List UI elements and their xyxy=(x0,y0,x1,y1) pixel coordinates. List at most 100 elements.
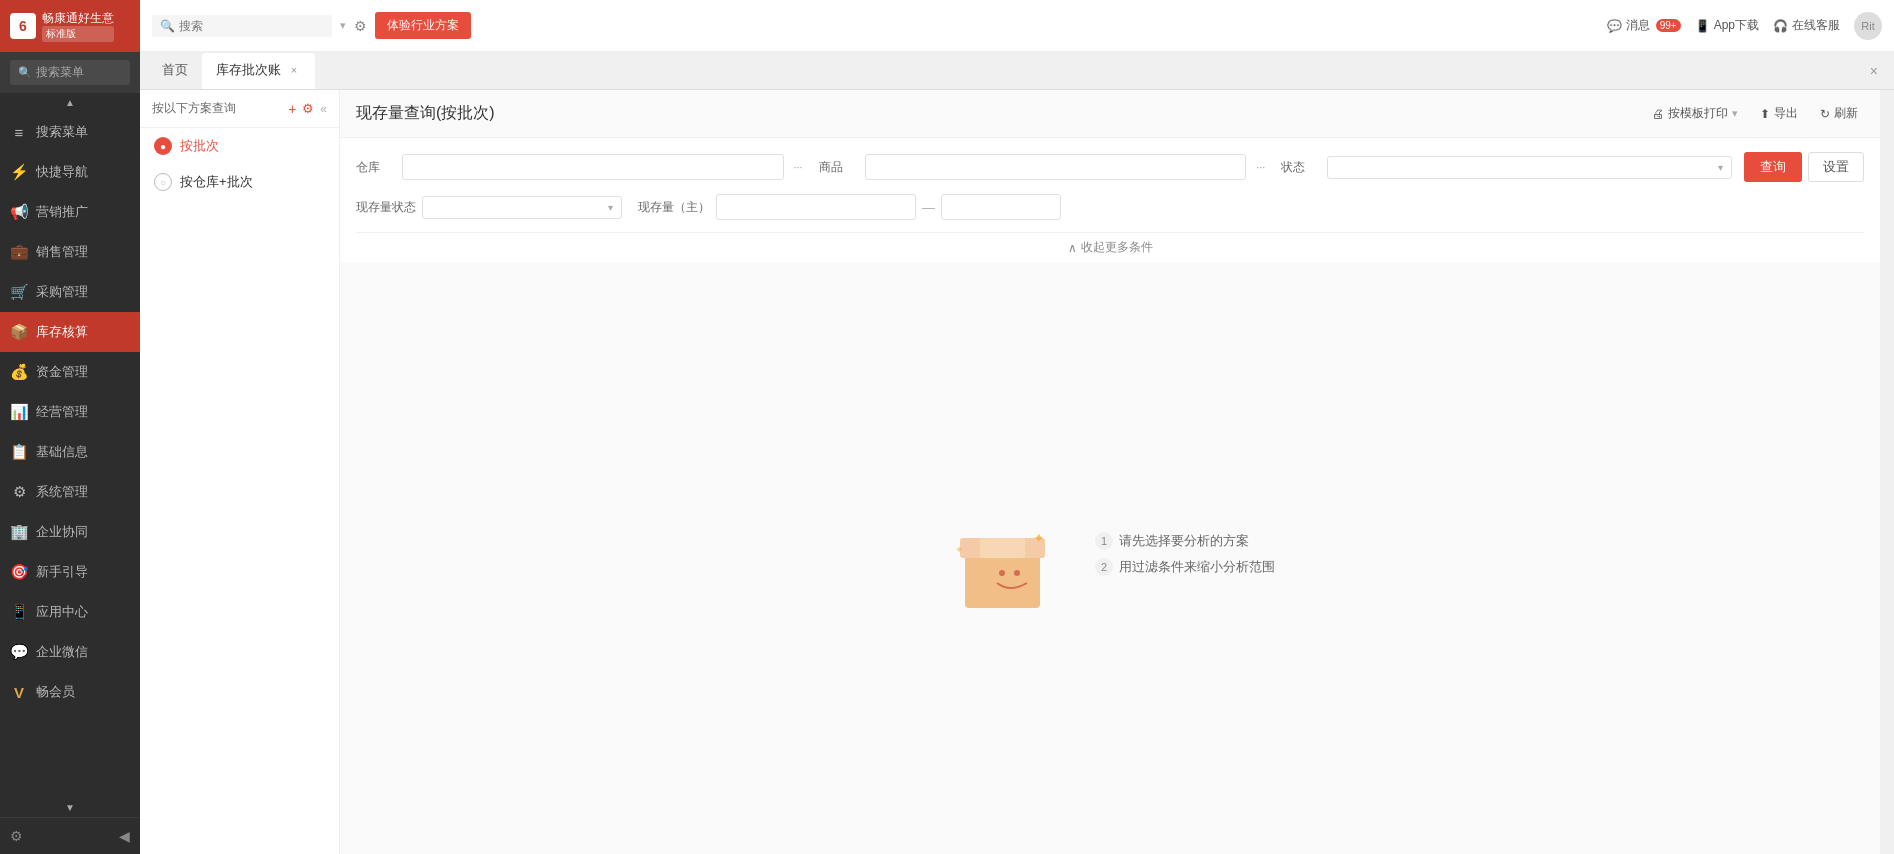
collapse-more-conditions[interactable]: ∧ 收起更多条件 xyxy=(356,232,1864,262)
operations-icon: 📊 xyxy=(10,403,28,421)
new-guide-icon: 🎯 xyxy=(10,563,28,581)
sidebar-item-system[interactable]: ⚙ 系统管理 xyxy=(0,472,140,512)
stock-qty-end-input[interactable] xyxy=(941,194,1061,220)
panel-close-icon[interactable]: × xyxy=(1862,59,1886,83)
content-area: 按以下方案查询 + ⚙ « ● 按批次 ○ 按仓库+批次 现存量查询(按批次) xyxy=(140,90,1894,854)
topbar-search-box[interactable]: 🔍 xyxy=(152,15,332,37)
export-button[interactable]: ⬆ 导出 xyxy=(1754,102,1804,125)
message-action[interactable]: 💬 消息 99+ xyxy=(1607,17,1681,34)
topbar-gear-icon[interactable]: ⚙ xyxy=(354,18,367,34)
sidebar-item-inventory[interactable]: 📦 库存核算 xyxy=(0,312,140,352)
print-icon: 🖨 xyxy=(1652,107,1664,121)
scheme-settings-icon[interactable]: ⚙ xyxy=(302,101,314,116)
tab-home[interactable]: 首页 xyxy=(148,53,202,89)
scheme-panel: 按以下方案查询 + ⚙ « ● 按批次 ○ 按仓库+批次 xyxy=(140,90,340,854)
scheme-item-by-warehouse-batch[interactable]: ○ 按仓库+批次 xyxy=(140,164,339,200)
system-icon: ⚙ xyxy=(10,483,28,501)
scheme-dot-inactive: ○ xyxy=(154,173,172,191)
sales-icon: 💼 xyxy=(10,243,28,261)
tab-inventory-batch[interactable]: 库存批次账 × xyxy=(202,53,315,89)
tab-close-icon[interactable]: × xyxy=(287,63,301,77)
sidebar-scroll-down[interactable]: ▼ xyxy=(0,798,140,817)
scheme-dot-active: ● xyxy=(154,137,172,155)
sidebar-item-vip-member[interactable]: V 畅会员 xyxy=(0,672,140,712)
search-menu-icon: ≡ xyxy=(10,124,28,141)
stock-qty-label: 现存量（主） xyxy=(638,199,710,216)
scheme-panel-header: 按以下方案查询 + ⚙ « xyxy=(140,90,339,128)
query-title-bar: 现存量查询(按批次) 🖨 按模板打印 ▾ ⬆ 导出 ↻ 刷新 xyxy=(340,90,1880,138)
sidebar-item-sales[interactable]: 💼 销售管理 xyxy=(0,232,140,272)
right-scrollbar[interactable] xyxy=(1880,90,1894,854)
topbar-actions: 💬 消息 99+ 📱 App下载 🎧 在线客服 Rit xyxy=(1607,12,1882,40)
warehouse-input[interactable] xyxy=(402,154,784,180)
sidebar-footer: ⚙ ◀ xyxy=(0,817,140,854)
stock-status-select[interactable]: ▾ xyxy=(422,196,622,219)
refresh-button[interactable]: ↻ 刷新 xyxy=(1814,102,1864,125)
tip-item-2: 2 用过滤条件来缩小分析范围 xyxy=(1095,558,1275,576)
enterprise-wechat-icon: 💬 xyxy=(10,643,28,661)
sidebar-search[interactable]: 🔍 搜索菜单 xyxy=(0,52,140,93)
app-center-icon: 📱 xyxy=(10,603,28,621)
query-button[interactable]: 查询 xyxy=(1744,152,1802,182)
tabs-bar: 首页 库存批次账 × × xyxy=(140,52,1894,90)
app-download-action[interactable]: 📱 App下载 xyxy=(1695,17,1759,34)
svg-point-4 xyxy=(1014,570,1020,576)
topbar-search-input[interactable] xyxy=(179,19,279,33)
scheme-panel-actions: + ⚙ « xyxy=(288,101,327,117)
sidebar-item-purchase[interactable]: 🛒 采购管理 xyxy=(0,272,140,312)
sidebar-item-app-center[interactable]: 📱 应用中心 xyxy=(0,592,140,632)
empty-tips: 1 请先选择要分析的方案 2 用过滤条件来缩小分析范围 xyxy=(1095,532,1275,584)
experience-industry-button[interactable]: 体验行业方案 xyxy=(375,12,471,39)
online-service-action[interactable]: 🎧 在线客服 xyxy=(1773,17,1840,34)
product-more-btn[interactable]: ··· xyxy=(1252,161,1269,173)
tip-item-1: 1 请先选择要分析的方案 xyxy=(1095,532,1275,550)
svg-rect-2 xyxy=(980,538,1025,558)
collapse-sidebar-icon[interactable]: ◀ xyxy=(119,828,130,844)
scheme-item-by-batch[interactable]: ● 按批次 xyxy=(140,128,339,164)
empty-illustration: ✦ ✦ xyxy=(945,498,1065,618)
sidebar-item-new-guide[interactable]: 🎯 新手引导 xyxy=(0,552,140,592)
message-icon: 💬 xyxy=(1607,19,1622,33)
print-template-button[interactable]: 🖨 按模板打印 ▾ xyxy=(1646,102,1744,125)
warehouse-more-btn[interactable]: ··· xyxy=(790,161,807,173)
topbar-dropdown-icon[interactable]: ▾ xyxy=(340,19,346,32)
stock-qty-group: 现存量（主） — xyxy=(638,194,1061,220)
settings-footer-icon[interactable]: ⚙ xyxy=(10,828,23,844)
online-service-icon: 🎧 xyxy=(1773,19,1788,33)
svg-text:✦: ✦ xyxy=(1033,530,1045,546)
stock-qty-start-input[interactable] xyxy=(716,194,916,220)
svg-point-3 xyxy=(999,570,1005,576)
user-profile[interactable]: Rit xyxy=(1854,12,1882,40)
sidebar-item-search-menu[interactable]: ≡ 搜索菜单 xyxy=(0,112,140,152)
sidebar-item-finance[interactable]: 💰 资金管理 xyxy=(0,352,140,392)
sidebar-item-enterprise[interactable]: 🏢 企业协同 xyxy=(0,512,140,552)
user-avatar: Rit xyxy=(1854,12,1882,40)
stock-status-group: 现存量状态 ▾ xyxy=(356,196,622,219)
scheme-add-icon[interactable]: + xyxy=(288,101,296,117)
filter-row-2: 现存量状态 ▾ 现存量（主） — xyxy=(356,194,1864,220)
product-input[interactable] xyxy=(865,154,1247,180)
sidebar-scroll-up[interactable]: ▲ xyxy=(0,93,140,112)
range-separator: — xyxy=(922,200,935,215)
product-filter-group: 商品 ··· xyxy=(819,154,1270,180)
search-icon: 🔍 xyxy=(18,66,32,79)
sidebar-item-quick-nav[interactable]: ⚡ 快捷导航 xyxy=(0,152,140,192)
sidebar-item-basic-info[interactable]: 📋 基础信息 xyxy=(0,432,140,472)
filter-row-1: 仓库 ··· 商品 ··· 状态 ▾ xyxy=(356,152,1864,182)
scheme-collapse-icon[interactable]: « xyxy=(320,102,327,116)
settings-button[interactable]: 设置 xyxy=(1808,152,1864,182)
marketing-icon: 📢 xyxy=(10,203,28,221)
query-area: 现存量查询(按批次) 🖨 按模板打印 ▾ ⬆ 导出 ↻ 刷新 xyxy=(340,90,1880,854)
filter-form: 仓库 ··· 商品 ··· 状态 ▾ xyxy=(340,138,1880,262)
product-label: 商品 xyxy=(819,159,859,176)
warehouse-label: 仓库 xyxy=(356,159,396,176)
vip-member-icon: V xyxy=(10,684,28,701)
sidebar-item-operations[interactable]: 📊 经营管理 xyxy=(0,392,140,432)
inventory-icon: 📦 xyxy=(10,323,28,341)
print-dropdown-icon[interactable]: ▾ xyxy=(1732,107,1738,120)
status-select[interactable]: ▾ xyxy=(1327,156,1732,179)
warehouse-filter-group: 仓库 ··· xyxy=(356,154,807,180)
sidebar-item-marketing[interactable]: 📢 营销推广 xyxy=(0,192,140,232)
sidebar-item-enterprise-wechat[interactable]: 💬 企业微信 xyxy=(0,632,140,672)
finance-icon: 💰 xyxy=(10,363,28,381)
